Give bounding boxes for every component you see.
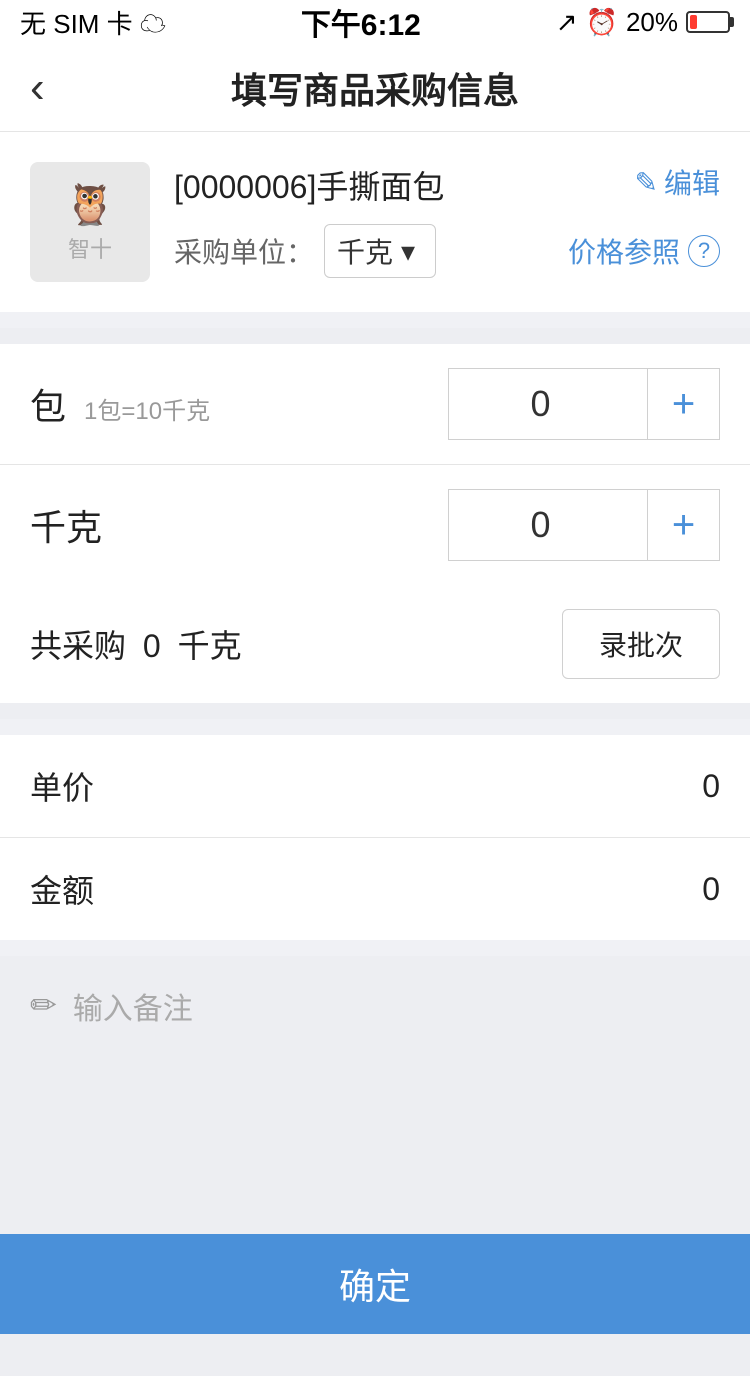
status-right: ↗ ⏰ 20% [556, 7, 730, 38]
bag-input-group: + [448, 368, 720, 440]
bag-number-input[interactable] [448, 368, 648, 440]
edit-link[interactable]: ✎ 编辑 [635, 162, 720, 202]
status-bar: 无 SIM 卡 ☁ 下午6:12 ↗ ⏰ 20% [0, 0, 750, 44]
product-header: [0000006]手撕面包 ✎ 编辑 [174, 162, 720, 208]
input-section: 包 1包=10千克 + 千克 + [0, 344, 750, 585]
page-title: 填写商品采购信息 [231, 62, 519, 114]
divider-1 [0, 328, 750, 344]
bag-plus-button[interactable]: + [648, 368, 720, 440]
battery-percent: 20% [626, 7, 678, 38]
unit-select[interactable]: 千克 ▾ [324, 224, 436, 278]
status-time: 下午6:12 [301, 0, 421, 44]
divider-2 [0, 703, 750, 719]
unit-label: 采购单位： 千克 ▾ [174, 224, 436, 278]
bag-sub-label: 1包=10千克 [84, 398, 210, 425]
brand-label: 智十 [68, 232, 112, 264]
total-prefix: 共采购 [30, 628, 126, 664]
confirm-button[interactable]: 确定 [0, 1234, 750, 1334]
batch-button[interactable]: 录批次 [562, 609, 720, 679]
no-sim-label: 无 SIM 卡 ☁ [20, 4, 166, 41]
back-button[interactable]: ‹ [30, 63, 45, 113]
kg-label: 千克 [30, 499, 448, 551]
product-card: 🦉 智十 [0000006]手撕面包 ✎ 编辑 采购单位： 千克 ▾ 价格参照 … [0, 132, 750, 312]
total-amount: 0 [143, 628, 161, 664]
pencil-icon: ✏ [30, 986, 57, 1024]
bag-input-row: 包 1包=10千克 + [0, 344, 750, 465]
unit-prefix: 采购单位： [174, 231, 314, 271]
nav-bar: ‹ 填写商品采购信息 [0, 44, 750, 132]
price-section: 单价 0 金额 0 [0, 735, 750, 940]
battery-icon [686, 11, 730, 33]
price-ref-label: 价格参照 [568, 231, 680, 271]
chevron-down-icon: ▾ [401, 235, 415, 268]
unit-value: 千克 [337, 231, 393, 271]
kg-plus-button[interactable]: + [648, 489, 720, 561]
product-unit-row: 采购单位： 千克 ▾ 价格参照 ? [174, 224, 720, 278]
status-left: 无 SIM 卡 ☁ [20, 4, 166, 41]
product-name: [0000006]手撕面包 [174, 162, 444, 208]
location-icon: ↗ [556, 7, 578, 38]
product-info: [0000006]手撕面包 ✎ 编辑 采购单位： 千克 ▾ 价格参照 ? [174, 162, 720, 278]
unit-price-value: 0 [702, 768, 720, 805]
owl-icon: 🦉 [65, 181, 115, 228]
kg-input-row: 千克 + [0, 465, 750, 585]
edit-label: 编辑 [664, 162, 720, 202]
amount-label: 金额 [30, 866, 94, 912]
amount-row: 金额 0 [0, 838, 750, 940]
product-thumbnail: 🦉 智十 [30, 162, 150, 282]
total-text: 共采购 0 千克 [30, 621, 242, 667]
price-ref-button[interactable]: 价格参照 ? [568, 231, 720, 271]
bag-label: 包 [30, 386, 66, 427]
kg-input-group: + [448, 489, 720, 561]
info-icon: ? [688, 235, 720, 267]
bag-label-group: 包 1包=10千克 [30, 378, 448, 430]
kg-number-input[interactable] [448, 489, 648, 561]
total-section: 共采购 0 千克 录批次 [0, 585, 750, 703]
total-unit: 千克 [178, 628, 242, 664]
amount-value: 0 [702, 871, 720, 908]
notes-placeholder: 输入备注 [73, 984, 193, 1028]
alarm-icon: ⏰ [586, 7, 618, 38]
edit-icon: ✎ [635, 166, 658, 199]
unit-price-row: 单价 0 [0, 735, 750, 838]
unit-price-label: 单价 [30, 763, 94, 809]
